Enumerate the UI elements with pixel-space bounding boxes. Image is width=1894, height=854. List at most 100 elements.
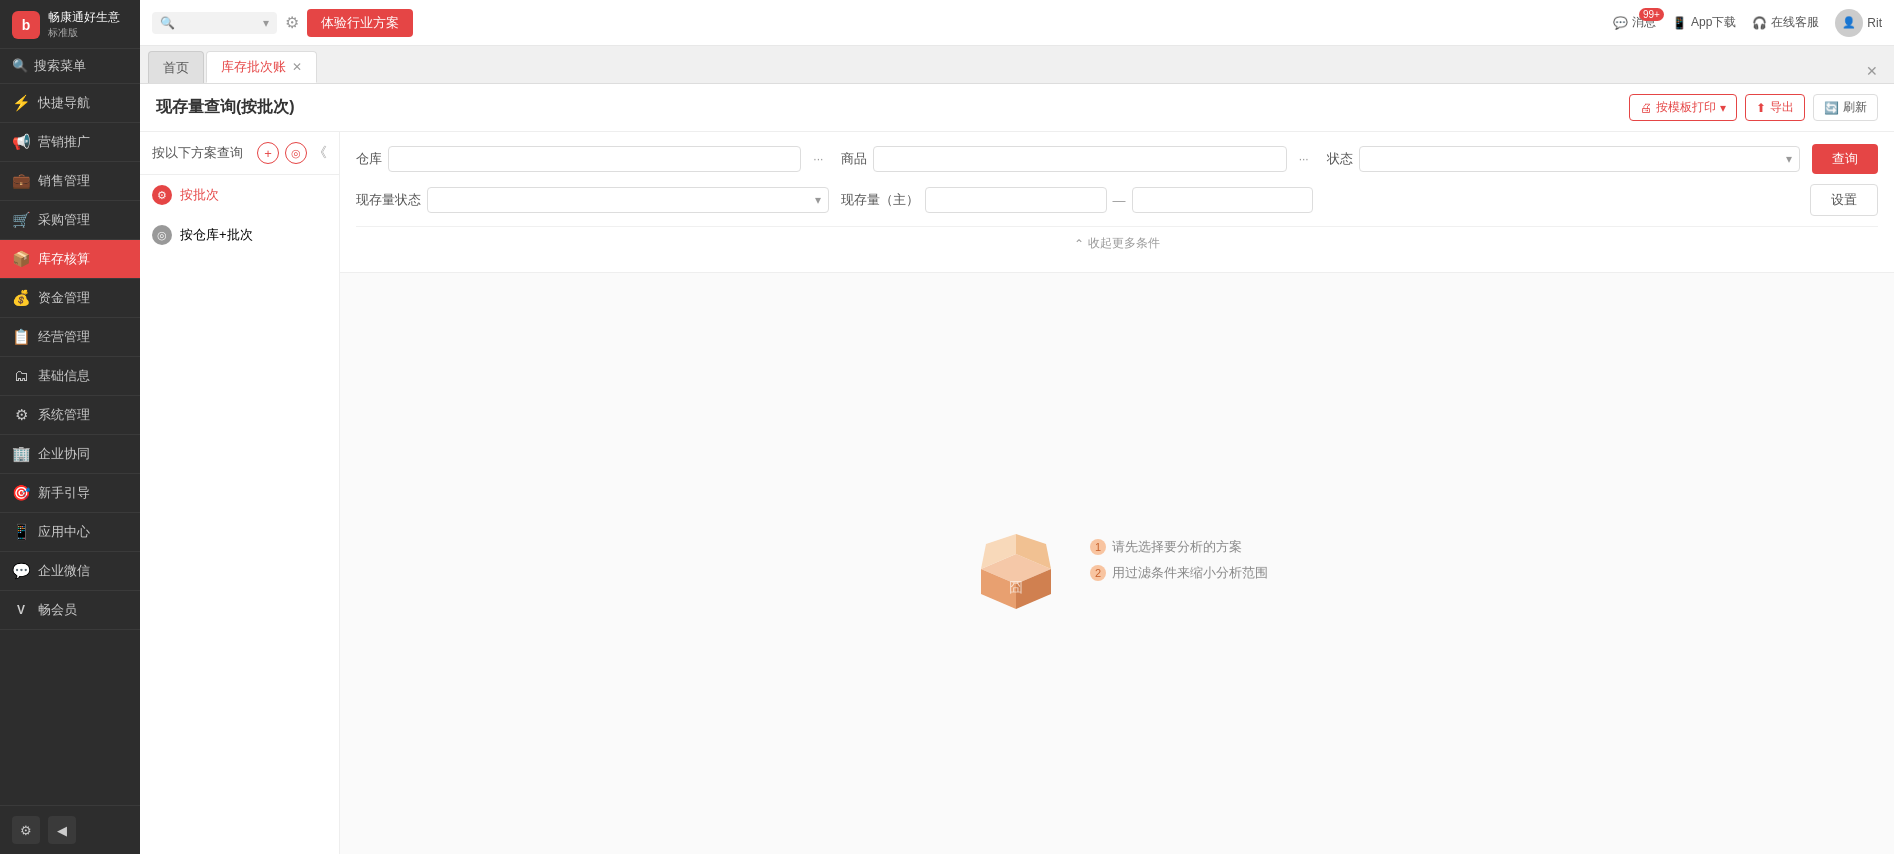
query-button[interactable]: 查询	[1812, 144, 1878, 174]
sidebar-item-system[interactable]: ⚙ 系统管理	[0, 396, 140, 435]
hint-num-1: 1	[1090, 539, 1106, 555]
sidebar-item-label: 畅会员	[38, 601, 77, 619]
export-button[interactable]: ⬆ 导出	[1745, 94, 1805, 121]
collapse-panel-button[interactable]: 《	[313, 144, 327, 162]
warehouse-more-button[interactable]: ···	[807, 148, 829, 170]
sidebar-item-enterprise[interactable]: 🏢 企业协同	[0, 435, 140, 474]
filter-group-stock-qty: 现存量（主） —	[841, 187, 1314, 213]
split-layout: 按以下方案查询 + ◎ 《 ⚙ 按批次 ◎ 按仓库+批次	[140, 132, 1894, 854]
online-service-label: 在线客服	[1771, 14, 1819, 31]
purchase-icon: 🛒	[12, 211, 30, 229]
chevron-down-icon: ▾	[1720, 101, 1726, 115]
stock-qty-label: 现存量（主）	[841, 191, 919, 209]
export-icon: ⬆	[1756, 101, 1766, 115]
tab-batch-account[interactable]: 库存批次账 ✕	[206, 51, 317, 83]
sidebar-item-operations[interactable]: 📋 经营管理	[0, 318, 140, 357]
empty-state: 囧 1 请先选择要分析的方案 2 用过滤条件来缩小分析范围	[340, 273, 1894, 854]
sidebar-item-label: 快捷导航	[38, 94, 90, 112]
stock-status-select[interactable]	[427, 187, 829, 213]
tab-close-icon[interactable]: ✕	[292, 60, 302, 74]
refresh-button[interactable]: 🔄 刷新	[1813, 94, 1878, 121]
empty-state-content: 囧 1 请先选择要分析的方案 2 用过滤条件来缩小分析范围	[966, 514, 1268, 614]
sidebar-item-label: 企业微信	[38, 562, 90, 580]
tab-home[interactable]: 首页	[148, 51, 204, 83]
sidebar-item-label: 企业协同	[38, 445, 90, 463]
sidebar-item-sales[interactable]: 💼 销售管理	[0, 162, 140, 201]
settings-button[interactable]: ⚙	[12, 816, 40, 844]
search-icon: 🔍	[160, 16, 175, 30]
settings-icon[interactable]: ⚙	[285, 13, 299, 32]
basic-info-icon: 🗂	[12, 367, 30, 384]
newcomer-icon: 🎯	[12, 484, 30, 502]
left-panel-actions: + ◎ 《	[257, 142, 327, 164]
filter-range-stock-qty: —	[925, 187, 1314, 213]
print-label: 按模板打印	[1656, 99, 1716, 116]
sidebar-item-purchase[interactable]: 🛒 采购管理	[0, 201, 140, 240]
topbar-search-box[interactable]: 🔍 ▾	[152, 12, 277, 34]
sidebar-nav: ⚡ 快捷导航 📢 营销推广 💼 销售管理 🛒 采购管理 📦 库存核算 💰 资金管…	[0, 84, 140, 805]
tab-batch-account-label: 库存批次账	[221, 58, 286, 76]
right-panel: 仓库 ··· 商品 ··· 状态	[340, 132, 1894, 854]
app-download-action[interactable]: 📱 App下载	[1672, 14, 1736, 31]
search-icon: 🔍	[12, 58, 28, 73]
tab-close-right-icon[interactable]: ✕	[1858, 59, 1886, 83]
marketing-icon: 📢	[12, 133, 30, 151]
sidebar-item-inventory[interactable]: 📦 库存核算	[0, 240, 140, 279]
avatar: 👤	[1835, 9, 1863, 37]
enterprise-icon: 🏢	[12, 445, 30, 463]
target-schema-button[interactable]: ◎	[285, 142, 307, 164]
schema-item-by-batch[interactable]: ⚙ 按批次	[140, 175, 339, 215]
page-header: 现存量查询(按批次) 🖨 按模板打印 ▾ ⬆ 导出 🔄 刷新	[140, 84, 1894, 132]
product-more-button[interactable]: ···	[1293, 148, 1315, 170]
sidebar-item-app-center[interactable]: 📱 应用中心	[0, 513, 140, 552]
product-input[interactable]	[873, 146, 1286, 172]
collapse-more-button[interactable]: ⌃ 收起更多条件	[356, 226, 1878, 260]
online-service-action[interactable]: 🎧 在线客服	[1752, 14, 1819, 31]
print-button[interactable]: 🖨 按模板打印 ▾	[1629, 94, 1737, 121]
warehouse-input[interactable]	[388, 146, 801, 172]
collapse-sidebar-button[interactable]: ◀	[48, 816, 76, 844]
add-schema-button[interactable]: +	[257, 142, 279, 164]
message-action[interactable]: 💬 消息 99+	[1613, 14, 1656, 31]
filter-group-product: 商品 ···	[841, 146, 1314, 172]
setting-button[interactable]: 设置	[1810, 184, 1878, 216]
sidebar-header: b 畅康通好生意 标准版	[0, 0, 140, 49]
vip-icon: V	[12, 603, 30, 617]
left-panel-header: 按以下方案查询 + ◎ 《	[140, 132, 339, 175]
sidebar-search[interactable]: 🔍 搜索菜单	[0, 49, 140, 84]
topbar: 🔍 ▾ ⚙ 体验行业方案 💬 消息 99+ 📱 App下载 🎧 在线客服	[140, 0, 1894, 46]
sidebar-item-marketing[interactable]: 📢 营销推广	[0, 123, 140, 162]
schema-label: 按批次	[180, 186, 219, 204]
sidebar-item-newcomer[interactable]: 🎯 新手引导	[0, 474, 140, 513]
sidebar-item-basic-info[interactable]: 🗂 基础信息	[0, 357, 140, 396]
message-icon: 💬	[1613, 16, 1628, 30]
topbar-search-input[interactable]	[179, 16, 259, 30]
product-label: 商品	[841, 150, 867, 168]
sidebar: b 畅康通好生意 标准版 🔍 搜索菜单 ⚡ 快捷导航 📢 营销推广 💼 销售管理…	[0, 0, 140, 854]
finance-icon: 💰	[12, 289, 30, 307]
stock-qty-max-input[interactable]	[1132, 187, 1314, 213]
topbar-actions: 💬 消息 99+ 📱 App下载 🎧 在线客服 👤 Rit	[1613, 9, 1882, 37]
sidebar-item-vip[interactable]: V 畅会员	[0, 591, 140, 630]
warehouse-label: 仓库	[356, 150, 382, 168]
schema-item-by-warehouse-batch[interactable]: ◎ 按仓库+批次	[140, 215, 339, 255]
range-separator: —	[1113, 193, 1126, 208]
svg-text:囧: 囧	[1009, 579, 1023, 595]
empty-box-svg: 囧	[966, 514, 1066, 614]
sidebar-item-finance[interactable]: 💰 资金管理	[0, 279, 140, 318]
left-panel-title: 按以下方案查询	[152, 144, 243, 162]
stock-qty-min-input[interactable]	[925, 187, 1107, 213]
sidebar-item-quick-nav[interactable]: ⚡ 快捷导航	[0, 84, 140, 123]
message-badge: 99+	[1639, 8, 1664, 21]
headset-icon: 🎧	[1752, 16, 1767, 30]
left-panel: 按以下方案查询 + ◎ 《 ⚙ 按批次 ◎ 按仓库+批次	[140, 132, 340, 854]
sidebar-item-label: 营销推广	[38, 133, 90, 151]
user-action[interactable]: 👤 Rit	[1835, 9, 1882, 37]
status-select[interactable]	[1359, 146, 1800, 172]
empty-text-list: 1 请先选择要分析的方案 2 用过滤条件来缩小分析范围	[1090, 538, 1268, 590]
refresh-icon: 🔄	[1824, 101, 1839, 115]
experience-btn[interactable]: 体验行业方案	[307, 9, 413, 37]
sidebar-item-enterprise-wechat[interactable]: 💬 企业微信	[0, 552, 140, 591]
page-content: 现存量查询(按批次) 🖨 按模板打印 ▾ ⬆ 导出 🔄 刷新	[140, 84, 1894, 854]
sidebar-item-label: 基础信息	[38, 367, 90, 385]
